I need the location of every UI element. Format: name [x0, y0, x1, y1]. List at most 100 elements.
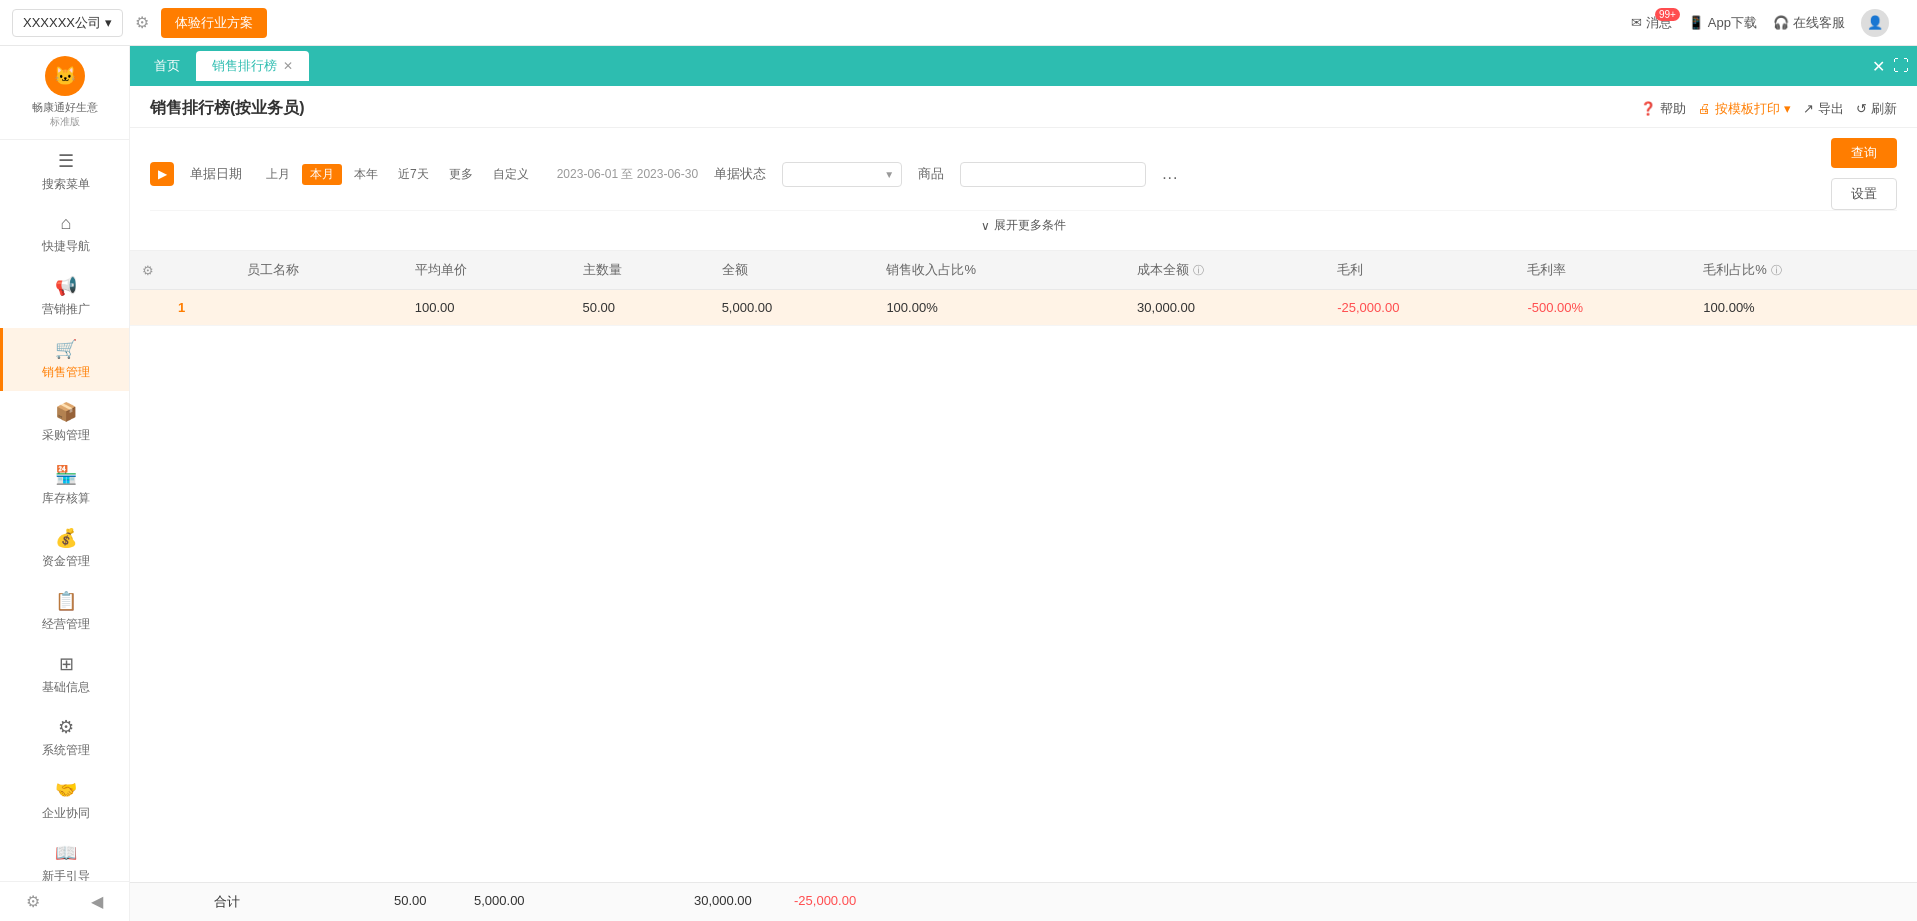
sidebar-item-basic[interactable]: ⊞ 基础信息 [0, 643, 129, 706]
logo-icon: 🐱 [45, 56, 85, 96]
table-row: 1 100.00 50.00 5,000.00 100.00% 30,000.0… [130, 290, 1917, 326]
sidebar-label-sales: 销售管理 [42, 364, 90, 381]
page-content: 销售排行榜(按业务员) ❓ 帮助 🖨 按模板打印 ▾ ↗ 导出 [130, 86, 1917, 921]
filter-toggle-icon[interactable]: ▶ [150, 162, 174, 186]
online-service-button[interactable]: 🎧 在线客服 [1773, 14, 1845, 32]
print-button[interactable]: 🖨 按模板打印 ▾ [1698, 100, 1791, 118]
col-amount: 全额 [710, 251, 875, 290]
settings-bottom-icon[interactable]: ⚙ [26, 892, 40, 911]
date-shortcut-custom[interactable]: 自定义 [485, 164, 537, 185]
sidebar-item-system[interactable]: ⚙ 系统管理 [0, 706, 129, 769]
app-download-button[interactable]: 📱 App下载 [1688, 14, 1757, 32]
col-sales-pct: 销售收入占比% [874, 251, 1125, 290]
close-window-icon[interactable]: ✕ [1872, 57, 1885, 76]
top-bar: XXXXXX公司 ▾ ⚙ 体验行业方案 ✉ 消息 99+ 📱 App下载 🎧 在… [0, 0, 1917, 46]
page-header: 销售排行榜(按业务员) ❓ 帮助 🖨 按模板打印 ▾ ↗ 导出 [130, 86, 1917, 128]
row-rank: 1 [166, 290, 235, 326]
sidebar-item-operations[interactable]: 📋 经营管理 [0, 580, 129, 643]
top-right-actions: ✉ 消息 99+ 📱 App下载 🎧 在线客服 👤 [1631, 9, 1905, 37]
collapse-icon[interactable]: ◀ [91, 892, 103, 911]
sidebar-item-inventory[interactable]: 🏪 库存核算 [0, 454, 129, 517]
status-label: 单据状态 [714, 165, 766, 183]
data-table: ⚙ 员工名称 平均单价 主数量 全额 销售收入占比% 成本全额 ⓘ 毛利 毛利率… [130, 251, 1917, 326]
status-select[interactable] [782, 162, 902, 187]
cart-icon: 🛒 [55, 338, 77, 360]
row-cost: 30,000.00 [1125, 290, 1325, 326]
query-button[interactable]: 查询 [1831, 138, 1897, 168]
top-settings-icon[interactable]: ⚙ [135, 13, 149, 32]
date-shortcut-this-year[interactable]: 本年 [346, 164, 386, 185]
footer-gross-pct [982, 893, 1082, 911]
footer-rank [172, 893, 202, 911]
app-icon: 📱 [1688, 15, 1704, 30]
date-shortcut-last-month[interactable]: 上月 [258, 164, 298, 185]
sidebar-item-finance[interactable]: 💰 资金管理 [0, 517, 129, 580]
footer-avg-price [302, 893, 382, 911]
cost-info-icon[interactable]: ⓘ [1193, 264, 1204, 276]
sidebar-label-shortcut: 快捷导航 [42, 238, 90, 255]
company-name: XXXXXX公司 [23, 14, 101, 32]
row-gross: -25,000.00 [1325, 290, 1515, 326]
col-quantity: 主数量 [571, 251, 710, 290]
sidebar-item-enterprise[interactable]: 🤝 企业协同 [0, 769, 129, 832]
sidebar-item-shortcut[interactable]: ⌂ 快捷导航 [0, 203, 129, 265]
logo-text: 畅康通好生意 [32, 100, 98, 115]
page-actions: ❓ 帮助 🖨 按模板打印 ▾ ↗ 导出 ↺ 刷新 [1640, 100, 1897, 118]
expand-more-button[interactable]: ∨ 展开更多条件 [981, 217, 1066, 234]
footer-cost: 30,000.00 [682, 893, 782, 911]
col-gross: 毛利 [1325, 251, 1515, 290]
message-button[interactable]: ✉ 消息 99+ [1631, 14, 1672, 32]
date-shortcuts: 上月 本月 本年 近7天 更多 自定义 [258, 164, 537, 185]
export-label: 导出 [1818, 100, 1844, 118]
sidebar-item-marketing[interactable]: 📢 营销推广 [0, 265, 129, 328]
date-shortcut-this-month[interactable]: 本月 [302, 164, 342, 185]
row-settings [130, 290, 166, 326]
headset-icon: 🎧 [1773, 15, 1789, 30]
sidebar-item-guide[interactable]: 📖 新手引导 [0, 832, 129, 881]
help-button[interactable]: ❓ 帮助 [1640, 100, 1686, 118]
col-avg-price: 平均单价 [403, 251, 571, 290]
help-label: 帮助 [1660, 100, 1686, 118]
sidebar-item-search[interactable]: ☰ 搜索菜单 [0, 140, 129, 203]
row-gross-pct: 100.00% [1691, 290, 1917, 326]
date-shortcut-7days[interactable]: 近7天 [390, 164, 437, 185]
goods-input[interactable] [960, 162, 1146, 187]
date-range: 2023-06-01 至 2023-06-30 [557, 166, 698, 183]
col-cost: 成本全额 ⓘ [1125, 251, 1325, 290]
sidebar-item-sales[interactable]: 🛒 销售管理 [0, 328, 129, 391]
filter-row-1: ▶ 单据日期 上月 本月 本年 近7天 更多 自定义 2023-06-01 至 … [150, 138, 1897, 210]
trial-button[interactable]: 体验行业方案 [161, 8, 267, 38]
tab-bar: 首页 销售排行榜 ✕ ✕ ⛶ [130, 46, 1917, 86]
search-menu-icon: ☰ [58, 150, 74, 172]
maximize-icon[interactable]: ⛶ [1893, 57, 1909, 75]
row-avg-price: 100.00 [403, 290, 571, 326]
avatar[interactable]: 👤 [1861, 9, 1889, 37]
table-footer: 合计 50.00 5,000.00 30,000.00 -25,000.00 [130, 882, 1917, 921]
settings-small-button[interactable]: 设置 [1831, 178, 1897, 210]
footer-gross-rate [882, 893, 982, 911]
chevron-down-expand-icon: ∨ [981, 219, 990, 233]
sidebar-item-purchase[interactable]: 📦 采购管理 [0, 391, 129, 454]
row-amount: 5,000.00 [710, 290, 875, 326]
refresh-button[interactable]: ↺ 刷新 [1856, 100, 1897, 118]
store-icon: 🏪 [55, 464, 77, 486]
table-header-row: ⚙ 员工名称 平均单价 主数量 全额 销售收入占比% 成本全额 ⓘ 毛利 毛利率… [130, 251, 1917, 290]
sidebar-label-purchase: 采购管理 [42, 427, 90, 444]
date-shortcut-more[interactable]: 更多 [441, 164, 481, 185]
clipboard-icon: 📋 [55, 590, 77, 612]
sidebar-label-basic: 基础信息 [42, 679, 90, 696]
footer-quantity: 50.00 [382, 893, 462, 911]
filter-more-dots[interactable]: ... [1162, 165, 1178, 183]
gross-pct-info-icon[interactable]: ⓘ [1771, 264, 1782, 276]
col-settings[interactable]: ⚙ [130, 251, 166, 290]
tab-sales-ranking[interactable]: 销售排行榜 ✕ [196, 51, 309, 81]
table-area: ⚙ 员工名称 平均单价 主数量 全额 销售收入占比% 成本全额 ⓘ 毛利 毛利率… [130, 251, 1917, 882]
tab-close-icon[interactable]: ✕ [283, 59, 293, 73]
export-button[interactable]: ↗ 导出 [1803, 100, 1844, 118]
company-selector[interactable]: XXXXXX公司 ▾ [12, 9, 123, 37]
tab-home[interactable]: 首页 [138, 51, 196, 81]
sidebar-label-operations: 经营管理 [42, 616, 90, 633]
row-employee [235, 290, 403, 326]
row-gross-rate: -500.00% [1515, 290, 1691, 326]
logo-sub: 标准版 [50, 115, 80, 129]
